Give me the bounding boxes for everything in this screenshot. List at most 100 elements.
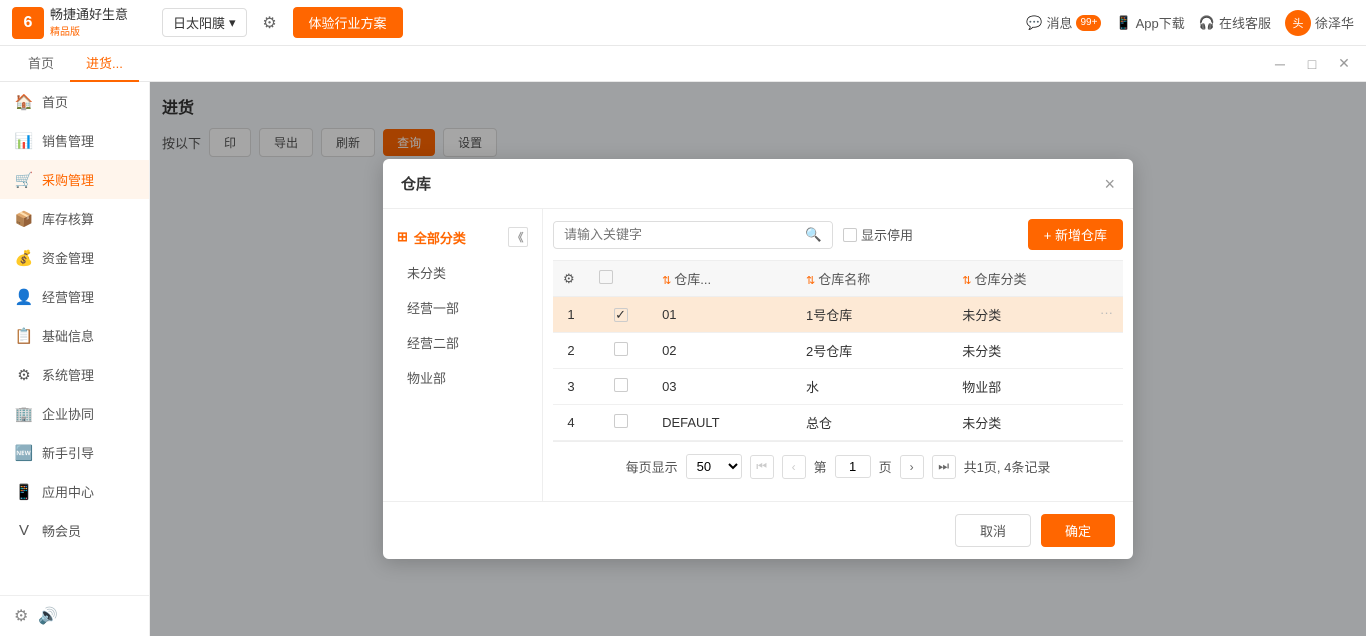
modal-title: 仓库 (401, 173, 431, 194)
row-name: 总仓 (796, 405, 952, 441)
inventory-icon: 📦 (14, 210, 34, 228)
header-center: 日太阳膜 ▾ ⚙ 体验行业方案 (162, 7, 1026, 38)
row-code: 02 (652, 333, 796, 369)
sub-header: 首页 进货... ─ □ ✕ (0, 46, 1366, 82)
row-checkbox[interactable] (589, 333, 652, 369)
prev-page-button[interactable]: ‹ (782, 455, 806, 479)
row-checkbox[interactable]: ✓ (589, 297, 652, 333)
sidebar-item-basic-info[interactable]: 📋 基础信息 (0, 316, 149, 355)
logo-sub: 精品版 (50, 23, 128, 38)
table-row[interactable]: 4 DEFAULT 总仓 未分类 (553, 405, 1123, 441)
sidebar-item-app-center[interactable]: 📱 应用中心 (0, 472, 149, 511)
th-code[interactable]: ⇅仓库... (652, 261, 796, 297)
message-item[interactable]: 💬 消息 99+ (1026, 13, 1101, 32)
operations-icon: 👤 (14, 288, 34, 306)
row-actions[interactable]: ··· (1100, 305, 1113, 320)
confirm-button[interactable]: 确定 (1041, 514, 1115, 547)
page-number-input[interactable] (835, 455, 871, 478)
table-header-row: ⚙ ⇅仓库... ⇅仓库名称 ⇅仓库分类 (553, 261, 1123, 297)
first-page-button[interactable]: ⏮ (750, 455, 774, 479)
message-icon: 💬 (1026, 15, 1042, 31)
company-select[interactable]: 日太阳膜 ▾ (162, 8, 247, 37)
row-name: 2号仓库 (796, 333, 952, 369)
purchase-icon: 🛒 (14, 171, 34, 189)
sidebar-item-system[interactable]: ⚙ 系统管理 (0, 355, 149, 394)
phone-icon: 📱 (1115, 15, 1131, 31)
system-icon: ⚙ (14, 366, 34, 384)
category-item-unclassified[interactable]: 未分类 (383, 255, 542, 290)
collapse-button[interactable]: 《 (508, 227, 528, 247)
tab-home[interactable]: 首页 (12, 46, 70, 82)
main-layout: 🏠 首页 📊 销售管理 🛒 采购管理 📦 库存核算 💰 资金管理 👤 经营管理 … (0, 82, 1366, 636)
row-name: 水 (796, 369, 952, 405)
table-row[interactable]: 1 ✓ 01 1号仓库 未分类··· (553, 297, 1123, 333)
next-page-button[interactable]: › (900, 455, 924, 479)
logo-icon: 6 (12, 7, 44, 39)
sidebar-item-vip[interactable]: V 畅会员 (0, 511, 149, 550)
th-settings: ⚙ (553, 261, 589, 297)
table-container: ⚙ ⇅仓库... ⇅仓库名称 ⇅仓库分类 (553, 260, 1123, 441)
th-category[interactable]: ⇅仓库分类 (952, 261, 1123, 297)
row-checkbox[interactable] (589, 405, 652, 441)
top-header: 6 畅捷通好生意 精品版 日太阳膜 ▾ ⚙ 体验行业方案 💬 消息 99+ 📱 … (0, 0, 1366, 46)
row-category: 未分类 (952, 333, 1123, 369)
category-item-dept1[interactable]: 经营一部 (383, 290, 542, 325)
trial-button[interactable]: 体验行业方案 (293, 7, 403, 38)
vip-icon: V (14, 522, 34, 539)
row-code: 01 (652, 297, 796, 333)
select-all-checkbox[interactable] (599, 270, 613, 284)
volume-icon[interactable]: 🔊 (38, 606, 58, 626)
finance-icon: 💰 (14, 249, 34, 267)
category-item-property[interactable]: 物业部 (383, 360, 542, 395)
header-right: 💬 消息 99+ 📱 App下载 🎧 在线客服 头 徐泽华 (1026, 10, 1354, 36)
row-checkbox[interactable] (589, 369, 652, 405)
table-toolbar: 🔍 显示停用 + 新增仓库 (553, 219, 1123, 250)
sidebar-item-enterprise[interactable]: 🏢 企业协同 (0, 394, 149, 433)
minimize-icon[interactable]: ─ (1268, 52, 1292, 76)
close-window-icon[interactable]: ✕ (1332, 52, 1356, 76)
sidebar-item-finance[interactable]: 💰 资金管理 (0, 238, 149, 277)
tab-purchase[interactable]: 进货... (70, 46, 139, 82)
table-row[interactable]: 2 02 2号仓库 未分类 (553, 333, 1123, 369)
sidebar-bottom: ⚙ 🔊 (0, 595, 149, 636)
row-code: 03 (652, 369, 796, 405)
guide-icon: 🆕 (14, 444, 34, 462)
sidebar-item-home[interactable]: 🏠 首页 (0, 82, 149, 121)
th-name[interactable]: ⇅仓库名称 (796, 261, 952, 297)
sidebar-item-inventory[interactable]: 📦 库存核算 (0, 199, 149, 238)
modal-close-button[interactable]: × (1104, 175, 1115, 193)
app-center-icon: 📱 (14, 483, 34, 501)
sidebar-item-purchase[interactable]: 🛒 采购管理 (0, 160, 149, 199)
warehouse-modal: 仓库 × ⊞ 全部分类 《 未分类 (383, 159, 1133, 559)
category-item-dept2[interactable]: 经营二部 (383, 325, 542, 360)
th-checkbox (589, 261, 652, 297)
app-download-item[interactable]: 📱 App下载 (1115, 13, 1184, 32)
sidebar-item-guide[interactable]: 🆕 新手引导 (0, 433, 149, 472)
settings-bottom-icon[interactable]: ⚙ (14, 606, 28, 626)
search-box: 🔍 (553, 221, 833, 249)
category-panel: ⊞ 全部分类 《 未分类 经营一部 经营二部 (383, 209, 543, 501)
maximize-icon[interactable]: □ (1300, 52, 1324, 76)
modal-header: 仓库 × (383, 159, 1133, 209)
headset-icon: 🎧 (1199, 15, 1215, 31)
avatar: 头 (1285, 10, 1311, 36)
user-item[interactable]: 头 徐泽华 (1285, 10, 1354, 36)
row-num: 3 (553, 369, 589, 405)
show-disabled-toggle[interactable]: 显示停用 (843, 225, 913, 244)
per-page-select[interactable]: 50 100 (686, 454, 742, 479)
show-disabled-checkbox[interactable] (843, 228, 857, 242)
search-input[interactable] (554, 222, 795, 247)
settings-icon[interactable]: ⚙ (255, 8, 285, 38)
add-warehouse-button[interactable]: + 新增仓库 (1028, 219, 1123, 250)
search-button[interactable]: 🔍 (795, 222, 832, 248)
cancel-button[interactable]: 取消 (955, 514, 1031, 547)
sidebar-item-operations[interactable]: 👤 经营管理 (0, 277, 149, 316)
sidebar-item-sales[interactable]: 📊 销售管理 (0, 121, 149, 160)
last-page-button[interactable]: ⏭ (932, 455, 956, 479)
table-row[interactable]: 3 03 水 物业部 (553, 369, 1123, 405)
all-categories-item[interactable]: ⊞ 全部分类 《 (383, 219, 542, 255)
row-name: 1号仓库 (796, 297, 952, 333)
sort-code-icon: ⇅ (662, 275, 671, 287)
sidebar: 🏠 首页 📊 销售管理 🛒 采购管理 📦 库存核算 💰 资金管理 👤 经营管理 … (0, 82, 150, 636)
customer-service-item[interactable]: 🎧 在线客服 (1199, 13, 1271, 32)
